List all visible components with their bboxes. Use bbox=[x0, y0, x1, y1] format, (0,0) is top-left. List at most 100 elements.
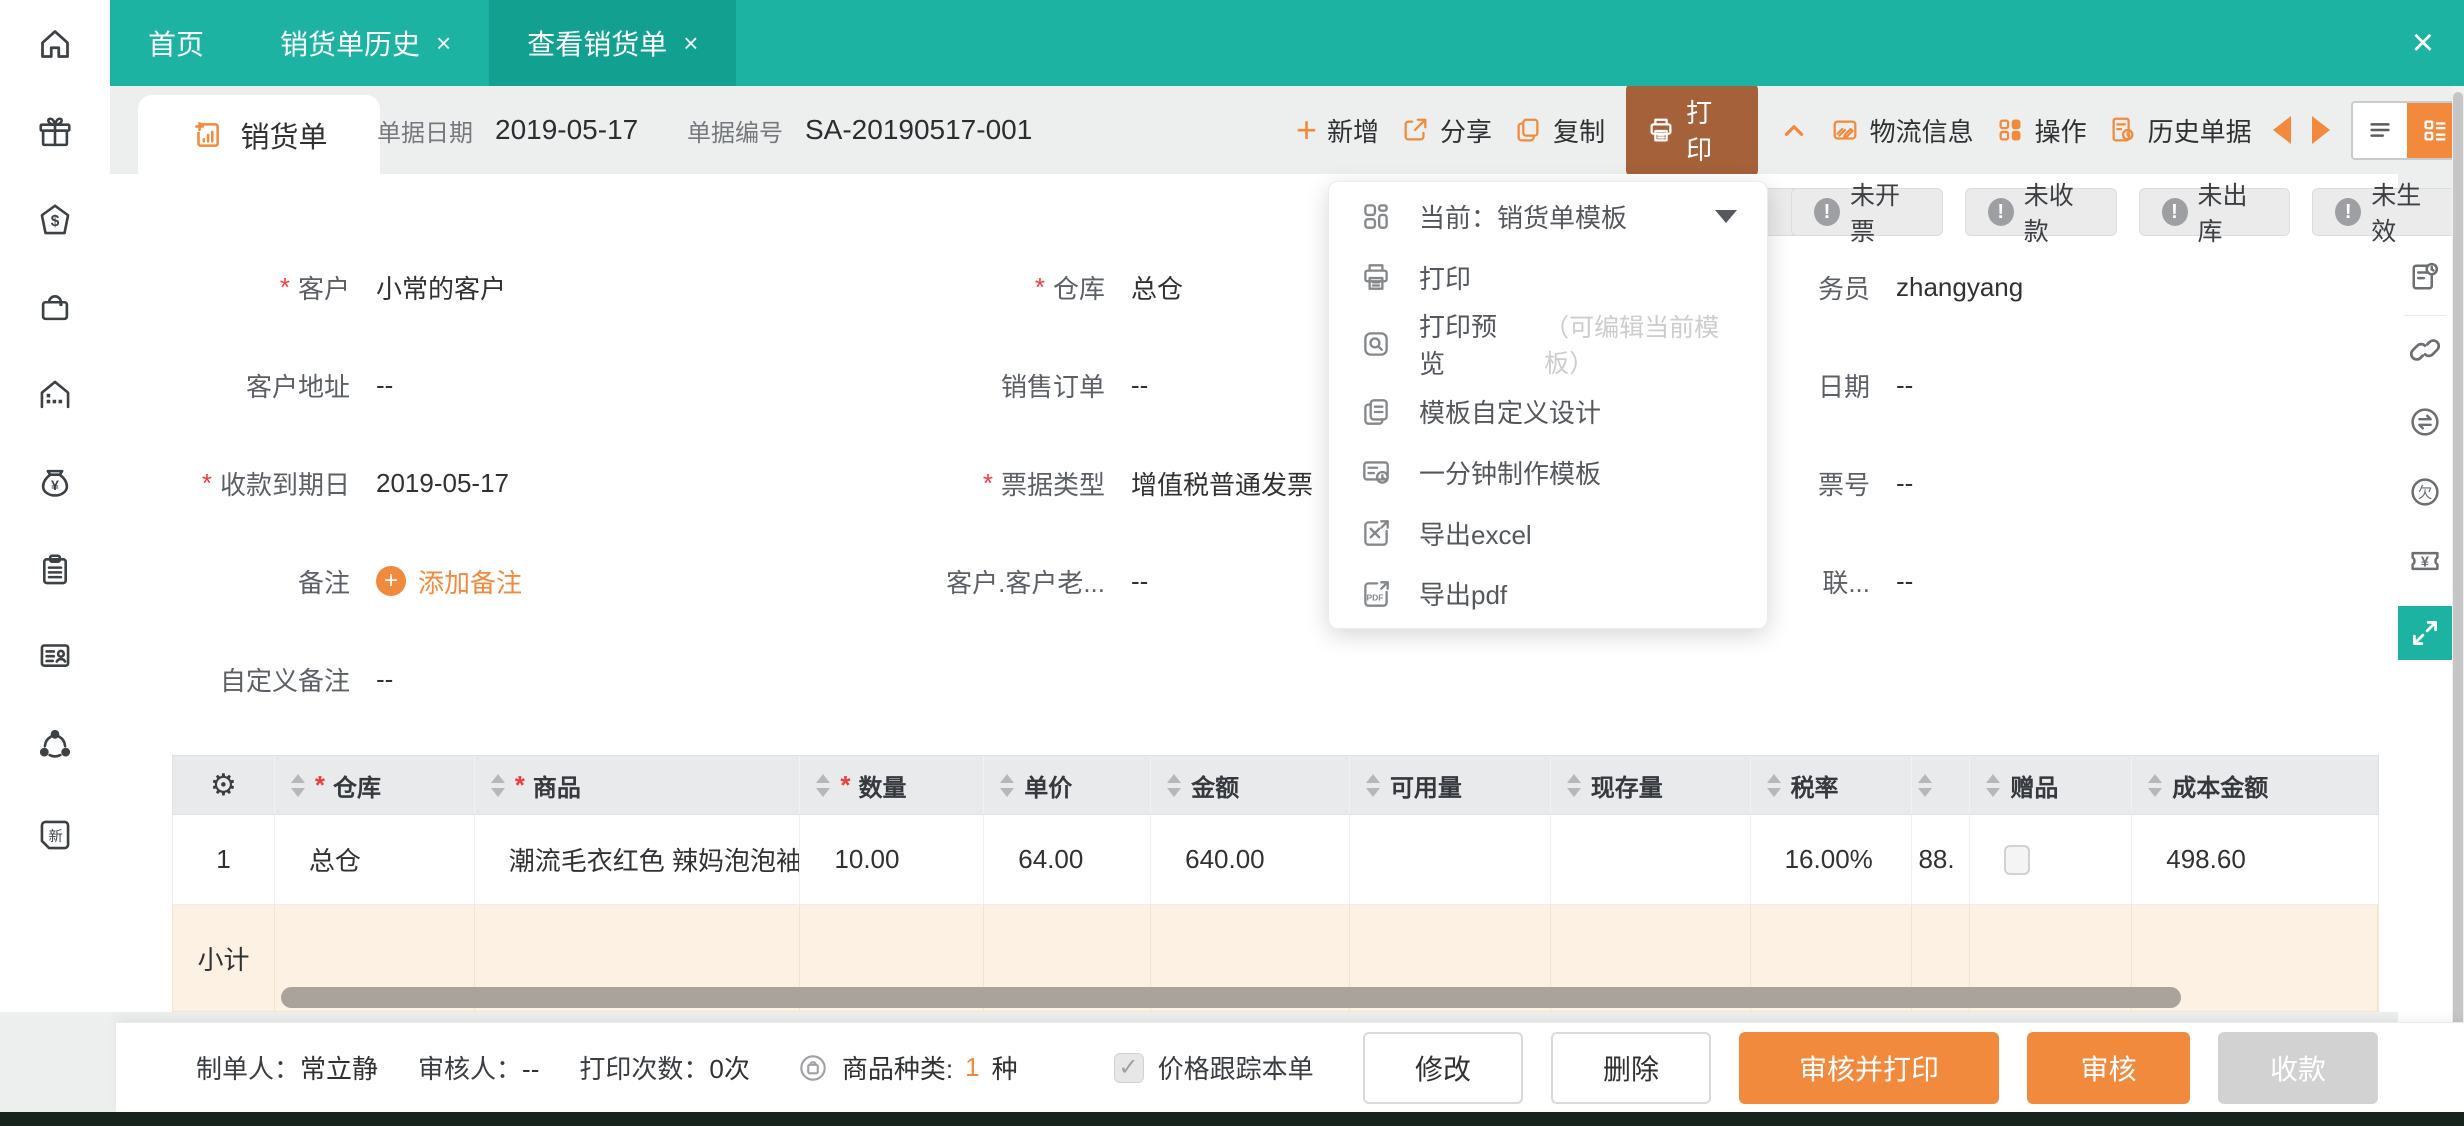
header-tax-rate[interactable]: 税率 bbox=[1751, 756, 1913, 814]
menu-item-label: 打印预览 bbox=[1419, 312, 1498, 380]
audit-button[interactable]: 审核 bbox=[2027, 1031, 2190, 1104]
warehouse-building-icon[interactable] bbox=[36, 376, 74, 414]
delete-button[interactable]: 删除 bbox=[1551, 1031, 1711, 1104]
maker-label: 制单人： bbox=[196, 1054, 301, 1084]
field-label: 务员 bbox=[1817, 273, 1870, 304]
header-label: 商品 bbox=[532, 774, 581, 802]
header-warehouse[interactable]: * 仓库 bbox=[275, 756, 475, 814]
sort-icon[interactable] bbox=[1918, 773, 1933, 797]
form-column-middle: * 仓库 总仓 销售订单 -- * 票据类型 增值税普通发票 客户.客户老... -… bbox=[860, 238, 1313, 630]
tab-close-icon[interactable]: × bbox=[683, 28, 698, 59]
column-settings-header[interactable]: ⚙ bbox=[173, 756, 275, 814]
document-toolbar: 销货单 单据日期 2019-05-17 单据编号 SA-20190517-001… bbox=[110, 82, 2464, 178]
sort-icon[interactable] bbox=[1365, 773, 1380, 797]
print-button[interactable]: 打印 bbox=[1626, 82, 1758, 178]
gift-checkbox[interactable] bbox=[2004, 844, 2031, 875]
gear-icon[interactable]: ⚙ bbox=[210, 768, 237, 803]
price-track-option: ✓ 价格跟踪本单 bbox=[1113, 1049, 1314, 1086]
tab-home[interactable]: 首页 bbox=[110, 0, 242, 86]
menu-item-quick-template[interactable]: 一分钟制作模板 bbox=[1329, 442, 1767, 503]
list-view-toggle[interactable] bbox=[2353, 103, 2408, 158]
printer-icon bbox=[1359, 260, 1393, 294]
header-gift[interactable]: 赠品 bbox=[1970, 756, 2133, 814]
sort-icon[interactable] bbox=[290, 773, 305, 797]
sort-icon[interactable] bbox=[816, 773, 831, 797]
header-cost-amount[interactable]: 成本金额 bbox=[2132, 756, 2378, 814]
field-label: 日期 bbox=[1817, 371, 1870, 402]
new-feature-icon[interactable]: 新 bbox=[36, 816, 74, 854]
print-label: 打印 bbox=[1686, 98, 1713, 165]
field-label: 客户 bbox=[297, 273, 350, 304]
owe-circle-icon[interactable]: 欠 bbox=[2407, 474, 2443, 510]
invoice-icon bbox=[190, 118, 224, 152]
template-clock-icon bbox=[1359, 455, 1393, 489]
header-product[interactable]: * 商品 bbox=[475, 756, 801, 814]
menu-item-export-excel[interactable]: 导出excel bbox=[1329, 503, 1767, 564]
caret-down-icon[interactable] bbox=[1715, 209, 1737, 223]
gift-icon[interactable] bbox=[36, 114, 74, 152]
actions-label: 操作 bbox=[2034, 116, 2087, 147]
home-icon[interactable] bbox=[35, 24, 75, 64]
header-clipped-column[interactable] bbox=[1912, 756, 1971, 814]
menu-item-export-pdf[interactable]: PDF 导出pdf bbox=[1329, 563, 1767, 624]
header-quantity[interactable]: * 数量 bbox=[800, 756, 985, 814]
contact-card-icon[interactable] bbox=[36, 636, 74, 674]
sort-icon[interactable] bbox=[1167, 773, 1182, 797]
share-network-icon[interactable] bbox=[36, 726, 74, 764]
edit-button[interactable]: 修改 bbox=[1363, 1031, 1523, 1104]
sort-icon[interactable] bbox=[1766, 773, 1781, 797]
sort-icon[interactable] bbox=[1000, 773, 1015, 797]
menu-item-template-design[interactable]: 模板自定义设计 bbox=[1329, 381, 1767, 442]
caret-up-icon[interactable] bbox=[1779, 117, 1809, 143]
sort-icon[interactable] bbox=[1566, 773, 1581, 797]
header-stock[interactable]: 现存量 bbox=[1551, 756, 1751, 814]
doc-log-icon[interactable] bbox=[2407, 259, 2443, 295]
sort-icon[interactable] bbox=[2148, 773, 2163, 797]
add-button[interactable]: + 新增 bbox=[1296, 112, 1379, 149]
sort-icon[interactable] bbox=[1986, 773, 2001, 797]
menu-item-print-preview[interactable]: 打印预览 （可编辑当前模板） bbox=[1329, 307, 1767, 381]
tab-close-icon[interactable]: × bbox=[436, 28, 451, 59]
money-bag-yen-icon[interactable]: ¥ bbox=[36, 464, 74, 502]
fullscreen-expand-icon[interactable] bbox=[2398, 606, 2452, 660]
header-label: 赠品 bbox=[2010, 774, 2059, 802]
price-track-checkbox[interactable]: ✓ bbox=[1113, 1052, 1144, 1083]
window-close-icon[interactable]: × bbox=[2398, 0, 2448, 86]
actions-button[interactable]: 操作 bbox=[1995, 112, 2087, 149]
subtotal-label: 小计 bbox=[173, 905, 275, 1011]
voucher-yen-icon[interactable]: ¥ bbox=[2407, 543, 2443, 579]
audit-and-print-button[interactable]: 审核并打印 bbox=[1739, 1031, 1999, 1104]
link-icon[interactable] bbox=[2407, 332, 2443, 368]
tab-home-label: 首页 bbox=[148, 29, 205, 60]
prev-arrow-icon[interactable] bbox=[2272, 116, 2291, 144]
history-button[interactable]: 历史单据 bbox=[2108, 112, 2252, 149]
menu-item-current-template[interactable]: 当前：销货单模板 bbox=[1329, 186, 1767, 247]
cell-warehouse: 总仓 bbox=[275, 815, 475, 904]
price-house-icon[interactable]: $ bbox=[36, 201, 74, 239]
sort-icon[interactable] bbox=[490, 773, 505, 797]
auditor-value: -- bbox=[522, 1054, 540, 1084]
horizontal-scrollbar-thumb[interactable] bbox=[281, 987, 2181, 1008]
header-unit-price[interactable]: 单价 bbox=[984, 756, 1152, 814]
logistics-button[interactable]: 物流信息 bbox=[1830, 112, 1974, 149]
vertical-scrollbar-thumb[interactable] bbox=[2453, 92, 2463, 1046]
currency-exchange-icon[interactable] bbox=[2407, 404, 2443, 440]
due-date-value: 2019-05-17 bbox=[376, 467, 509, 498]
collect-payment-button[interactable]: 收款 bbox=[2218, 1031, 2378, 1104]
menu-item-print[interactable]: 打印 bbox=[1329, 247, 1767, 308]
add-note-button[interactable]: + 添加备注 bbox=[376, 563, 522, 600]
cell-cost-amount: 498.60 bbox=[2166, 844, 2246, 874]
next-arrow-icon[interactable] bbox=[2311, 116, 2330, 144]
share-button[interactable]: 分享 bbox=[1400, 112, 1492, 149]
header-amount[interactable]: 金额 bbox=[1151, 756, 1350, 814]
tab-sales-history[interactable]: 销货单历史 × bbox=[242, 0, 489, 86]
shopping-bag-icon[interactable] bbox=[36, 288, 74, 326]
top-tab-bar: 首页 销货单历史 × 查看销货单 × × bbox=[110, 0, 2464, 86]
tab-view-sales-order[interactable]: 查看销货单 × bbox=[489, 0, 737, 86]
vertical-scrollbar[interactable] bbox=[2452, 86, 2464, 1112]
copy-button[interactable]: 复制 bbox=[1513, 112, 1605, 149]
doc-type-tab[interactable]: 销货单 bbox=[138, 95, 380, 174]
header-available[interactable]: 可用量 bbox=[1350, 756, 1551, 814]
history-label: 历史单据 bbox=[2147, 116, 2252, 147]
clipboard-icon[interactable] bbox=[36, 551, 74, 589]
